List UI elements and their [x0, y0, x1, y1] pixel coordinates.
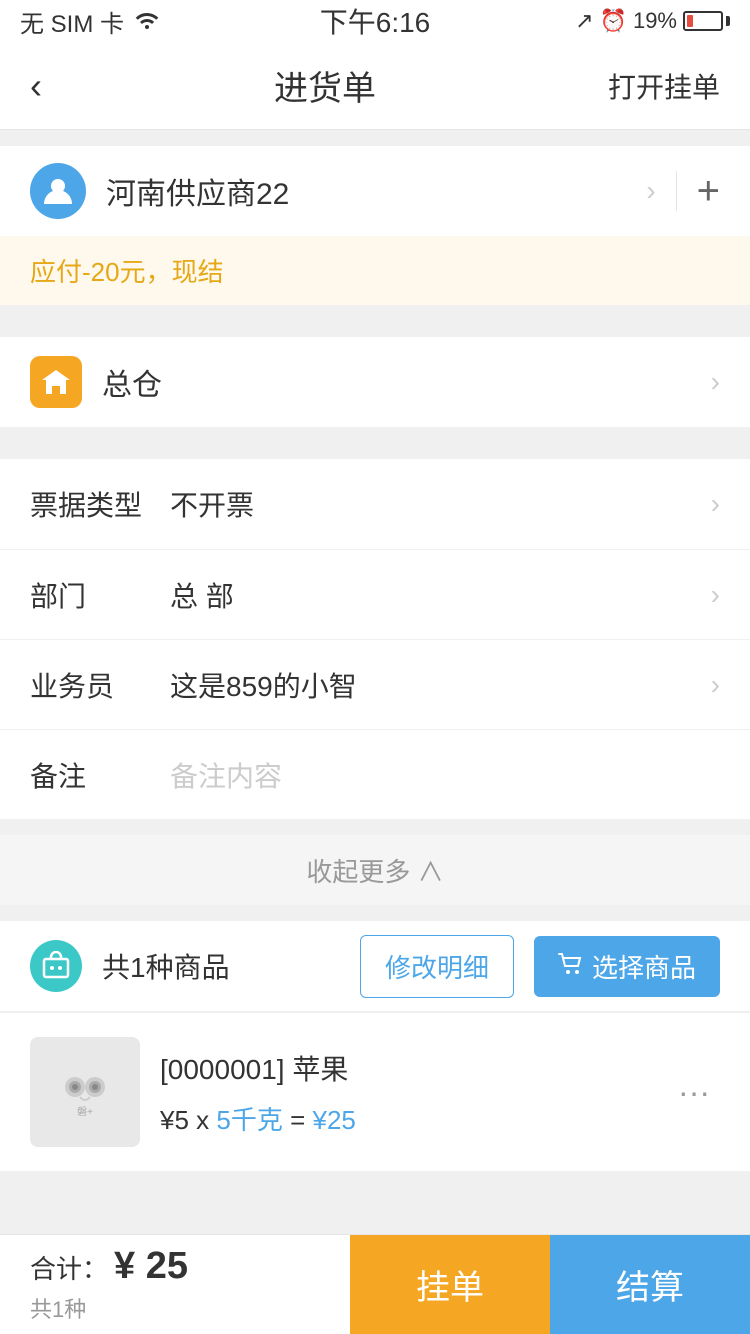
- form-section: 票据类型 不开票 › 部门 总 部 › 业务员 这是859的小智 › 备注 备注…: [0, 459, 750, 819]
- product-name: 苹果: [292, 1054, 348, 1085]
- nav-bar: ‹ 进货单 打开挂单: [0, 42, 750, 130]
- wifi-icon: [132, 7, 162, 36]
- back-button[interactable]: ‹: [30, 65, 42, 107]
- carrier-label: 无 SIM 卡: [20, 4, 124, 39]
- hang-button[interactable]: 挂单: [350, 1235, 550, 1334]
- product-item: 磐+ [0000001] 苹果 ¥5 x 5千克 = ¥25 ···: [0, 1013, 750, 1171]
- product-price: ¥5 x 5千克 = ¥25: [160, 1100, 648, 1137]
- product-info: [0000001] 苹果 ¥5 x 5千克 = ¥25: [160, 1048, 648, 1137]
- remark-input[interactable]: 备注内容: [160, 755, 720, 795]
- product-thumb-placeholder: 磐+: [55, 1059, 115, 1125]
- status-bar: 无 SIM 卡 下午6:16 ↗ ⏰ 19%: [0, 0, 750, 42]
- department-row[interactable]: 部门 总 部 ›: [0, 549, 750, 639]
- warehouse-icon: [30, 356, 82, 408]
- department-value: 总 部: [160, 575, 711, 615]
- modify-detail-button[interactable]: 修改明细: [360, 935, 514, 998]
- unit-price: ¥5: [160, 1105, 189, 1135]
- salesman-value: 这是859的小智: [160, 665, 711, 705]
- supplier-divider: [676, 171, 677, 211]
- collapse-row[interactable]: 收起更多 ∧: [0, 835, 750, 905]
- location-icon: ↗: [575, 8, 593, 34]
- alarm-icon: ⏰: [600, 8, 627, 34]
- warehouse-chevron-icon: ›: [711, 366, 720, 398]
- warehouse-name: 总仓: [102, 360, 711, 404]
- settle-label: 结算: [616, 1260, 684, 1309]
- battery-icon: [683, 11, 730, 31]
- select-product-button[interactable]: 选择商品: [534, 936, 720, 997]
- total-value: ¥ 25: [114, 1245, 188, 1288]
- total-price: ¥25: [313, 1105, 356, 1135]
- product-count-icon: [30, 940, 82, 992]
- cart-icon: [558, 951, 584, 982]
- total-amount-row: 合计： ¥ 25: [30, 1245, 320, 1288]
- department-chevron-icon: ›: [711, 579, 720, 611]
- supplier-row[interactable]: 河南供应商22 › +: [0, 146, 750, 236]
- open-pending-button[interactable]: 打开挂单: [608, 66, 720, 106]
- equals-sign: =: [290, 1105, 312, 1135]
- remark-label: 备注: [30, 755, 160, 795]
- settle-button[interactable]: 结算: [550, 1235, 750, 1334]
- remark-row[interactable]: 备注 备注内容: [0, 729, 750, 819]
- battery-percent: 19%: [633, 8, 677, 34]
- collapse-label: 收起更多 ∧: [306, 852, 443, 889]
- invoice-type-label: 票据类型: [30, 484, 160, 524]
- total-sub-label: 共1种: [30, 1292, 320, 1324]
- product-header: 共1种商品 修改明细 选择商品: [0, 921, 750, 1011]
- select-product-label: 选择商品: [592, 948, 696, 985]
- product-title: [0000001] 苹果: [160, 1048, 648, 1088]
- notice-text: 应付-20元，现结: [30, 257, 224, 287]
- hang-label: 挂单: [416, 1260, 484, 1309]
- invoice-type-row[interactable]: 票据类型 不开票 ›: [0, 459, 750, 549]
- supplier-name: 河南供应商22: [106, 169, 646, 213]
- product-thumbnail: 磐+: [30, 1037, 140, 1147]
- product-more-button[interactable]: ···: [668, 1064, 720, 1121]
- page-title: 进货单: [274, 61, 376, 110]
- quantity: 5千克: [216, 1105, 282, 1135]
- supplier-section: 河南供应商22 › + 应付-20元，现结: [0, 146, 750, 305]
- status-time: 下午6:16: [320, 1, 431, 41]
- supplier-chevron-icon: ›: [646, 175, 655, 207]
- invoice-type-chevron-icon: ›: [711, 488, 720, 520]
- product-count-text: 共1种商品: [102, 946, 340, 986]
- warehouse-section: 总仓 ›: [0, 337, 750, 427]
- invoice-type-value: 不开票: [160, 484, 711, 524]
- warehouse-row[interactable]: 总仓 ›: [0, 337, 750, 427]
- salesman-row[interactable]: 业务员 这是859的小智 ›: [0, 639, 750, 729]
- svg-text:磐+: 磐+: [77, 1105, 93, 1118]
- add-supplier-button[interactable]: +: [697, 169, 720, 214]
- total-label: 合计：: [30, 1249, 108, 1286]
- salesman-chevron-icon: ›: [711, 669, 720, 701]
- salesman-label: 业务员: [30, 665, 160, 705]
- bottom-bar: 合计： ¥ 25 共1种 挂单 结算: [0, 1234, 750, 1334]
- bottom-total: 合计： ¥ 25 共1种: [0, 1235, 350, 1334]
- supplier-avatar: [30, 163, 86, 219]
- department-label: 部门: [30, 575, 160, 615]
- notice-bar: 应付-20元，现结: [0, 236, 750, 305]
- multiply-sign: x: [196, 1105, 216, 1135]
- product-code: [0000001]: [160, 1054, 285, 1085]
